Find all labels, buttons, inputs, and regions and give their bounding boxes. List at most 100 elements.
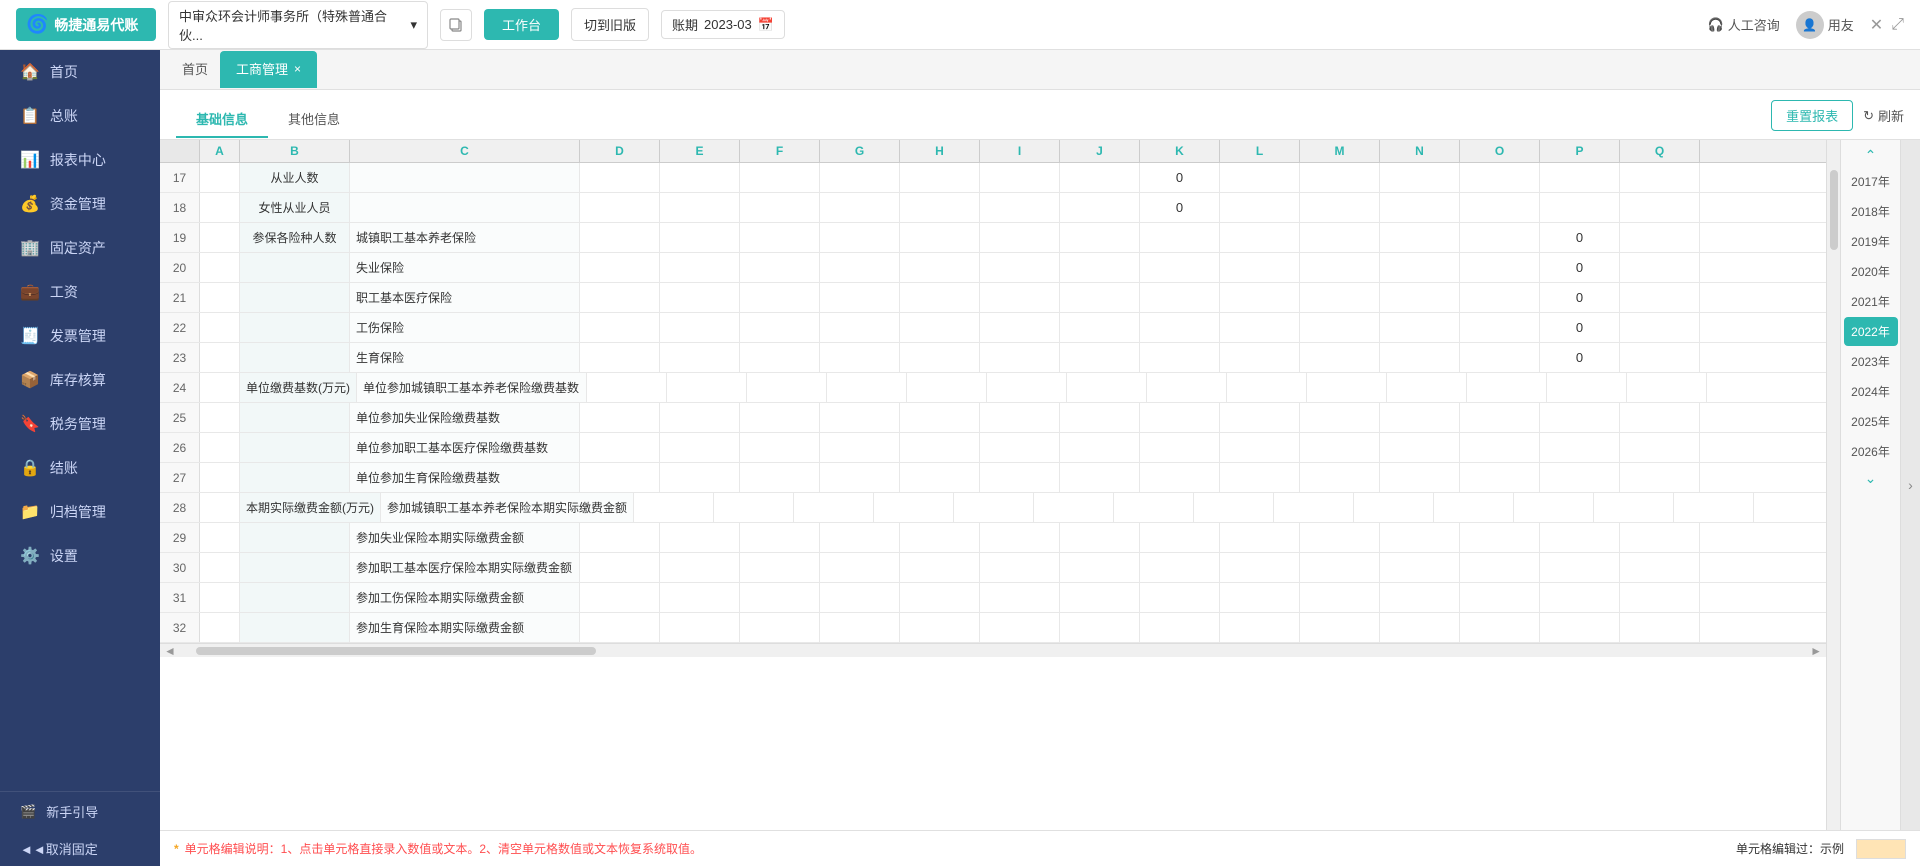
cell-g-32[interactable] (820, 613, 900, 642)
cell-g-18[interactable] (820, 193, 900, 222)
cell-p-21[interactable]: 0 (1540, 283, 1620, 312)
cell-a-28[interactable] (200, 493, 240, 522)
cell-d-18[interactable] (580, 193, 660, 222)
sidebar-item-tax[interactable]: 🔖税务管理 (0, 402, 160, 446)
cell-c-21[interactable]: 职工基本医疗保险 (350, 283, 580, 312)
sidebar-item-asset[interactable]: 🏢固定资产 (0, 226, 160, 270)
cell-a-23[interactable] (200, 343, 240, 372)
cell-k-25[interactable] (1140, 403, 1220, 432)
cell-a-21[interactable] (200, 283, 240, 312)
year-item-2019[interactable]: 2019年 (1844, 227, 1898, 256)
cell-q-20[interactable] (1620, 253, 1700, 282)
cell-h-30[interactable] (900, 553, 980, 582)
cell-a-30[interactable] (200, 553, 240, 582)
cell-q-32[interactable] (1620, 613, 1700, 642)
cell-d-24[interactable] (587, 373, 667, 402)
cell-d-29[interactable] (580, 523, 660, 552)
cell-c-25[interactable]: 单位参加失业保险缴费基数 (350, 403, 580, 432)
cell-o-22[interactable] (1460, 313, 1540, 342)
cell-c-27[interactable]: 单位参加生育保险缴费基数 (350, 463, 580, 492)
cell-b-28[interactable]: 本期实际缴费金额(万元) (240, 493, 381, 522)
year-item-2018[interactable]: 2018年 (1844, 197, 1898, 226)
cell-a-24[interactable] (200, 373, 240, 402)
cell-i-23[interactable] (980, 343, 1060, 372)
cell-k-27[interactable] (1140, 463, 1220, 492)
cell-k-28[interactable] (1194, 493, 1274, 522)
v-scroll-thumb[interactable] (1830, 170, 1838, 250)
cell-p-22[interactable]: 0 (1540, 313, 1620, 342)
cell-g-23[interactable] (820, 343, 900, 372)
cell-o-26[interactable] (1460, 433, 1540, 462)
cell-d-31[interactable] (580, 583, 660, 612)
year-item-2023[interactable]: 2023年 (1844, 347, 1898, 376)
cell-e-20[interactable] (660, 253, 740, 282)
cell-f-22[interactable] (740, 313, 820, 342)
cell-j-31[interactable] (1060, 583, 1140, 612)
cell-j-17[interactable] (1060, 163, 1140, 192)
cell-p-28[interactable] (1594, 493, 1674, 522)
cell-q-26[interactable] (1620, 433, 1700, 462)
cell-i-26[interactable] (980, 433, 1060, 462)
cell-k-20[interactable] (1140, 253, 1220, 282)
cell-k-19[interactable] (1140, 223, 1220, 252)
cell-q-22[interactable] (1620, 313, 1700, 342)
cell-b-24[interactable]: 单位缴费基数(万元) (240, 373, 357, 402)
cell-k-21[interactable] (1140, 283, 1220, 312)
copy-button[interactable] (440, 9, 472, 41)
cell-p-24[interactable] (1547, 373, 1627, 402)
year-item-2020[interactable]: 2020年 (1844, 257, 1898, 286)
cell-k-17[interactable]: 0 (1140, 163, 1220, 192)
cell-i-19[interactable] (980, 223, 1060, 252)
cell-o-24[interactable] (1467, 373, 1547, 402)
cell-b-23[interactable] (240, 343, 350, 372)
cell-p-26[interactable] (1540, 433, 1620, 462)
cell-g-21[interactable] (820, 283, 900, 312)
cell-m-29[interactable] (1300, 523, 1380, 552)
cell-m-27[interactable] (1300, 463, 1380, 492)
cell-h-31[interactable] (900, 583, 980, 612)
cell-k-32[interactable] (1140, 613, 1220, 642)
sidebar-item-inventory[interactable]: 📦库存核算 (0, 358, 160, 402)
cell-g-24[interactable] (827, 373, 907, 402)
cell-e-30[interactable] (660, 553, 740, 582)
new-user-guide[interactable]: 🎬 新手引导 (0, 792, 160, 831)
cell-h-32[interactable] (900, 613, 980, 642)
cell-c-18[interactable] (350, 193, 580, 222)
v-scroll-area[interactable] (1826, 140, 1840, 830)
cell-l-29[interactable] (1220, 523, 1300, 552)
cell-o-18[interactable] (1460, 193, 1540, 222)
cell-h-28[interactable] (954, 493, 1034, 522)
cell-e-22[interactable] (660, 313, 740, 342)
cell-n-30[interactable] (1380, 553, 1460, 582)
sidebar-item-report[interactable]: 📊报表中心 (0, 138, 160, 182)
cell-f-28[interactable] (794, 493, 874, 522)
cell-f-17[interactable] (740, 163, 820, 192)
cell-g-28[interactable] (874, 493, 954, 522)
cell-j-29[interactable] (1060, 523, 1140, 552)
year-item-2024[interactable]: 2024年 (1844, 377, 1898, 406)
workbench-button[interactable]: 工作台 (484, 9, 559, 40)
cell-a-17[interactable] (200, 163, 240, 192)
cell-d-28[interactable] (634, 493, 714, 522)
cell-b-32[interactable] (240, 613, 350, 642)
cell-m-31[interactable] (1300, 583, 1380, 612)
cell-h-18[interactable] (900, 193, 980, 222)
window-maximize-button[interactable]: ⤢ (1891, 16, 1904, 34)
cell-c-29[interactable]: 参加失业保险本期实际缴费金额 (350, 523, 580, 552)
year-item-2021[interactable]: 2021年 (1844, 287, 1898, 316)
cell-q-30[interactable] (1620, 553, 1700, 582)
cell-h-21[interactable] (900, 283, 980, 312)
cell-o-17[interactable] (1460, 163, 1540, 192)
cell-p-31[interactable] (1540, 583, 1620, 612)
cell-e-31[interactable] (660, 583, 740, 612)
cell-m-24[interactable] (1307, 373, 1387, 402)
cell-f-18[interactable] (740, 193, 820, 222)
calendar-icon[interactable]: 📅 (758, 17, 774, 33)
cell-g-29[interactable] (820, 523, 900, 552)
cell-c-31[interactable]: 参加工伤保险本期实际缴费金额 (350, 583, 580, 612)
cell-e-19[interactable] (660, 223, 740, 252)
cell-j-26[interactable] (1060, 433, 1140, 462)
cell-k-26[interactable] (1140, 433, 1220, 462)
cell-p-27[interactable] (1540, 463, 1620, 492)
cell-o-23[interactable] (1460, 343, 1540, 372)
